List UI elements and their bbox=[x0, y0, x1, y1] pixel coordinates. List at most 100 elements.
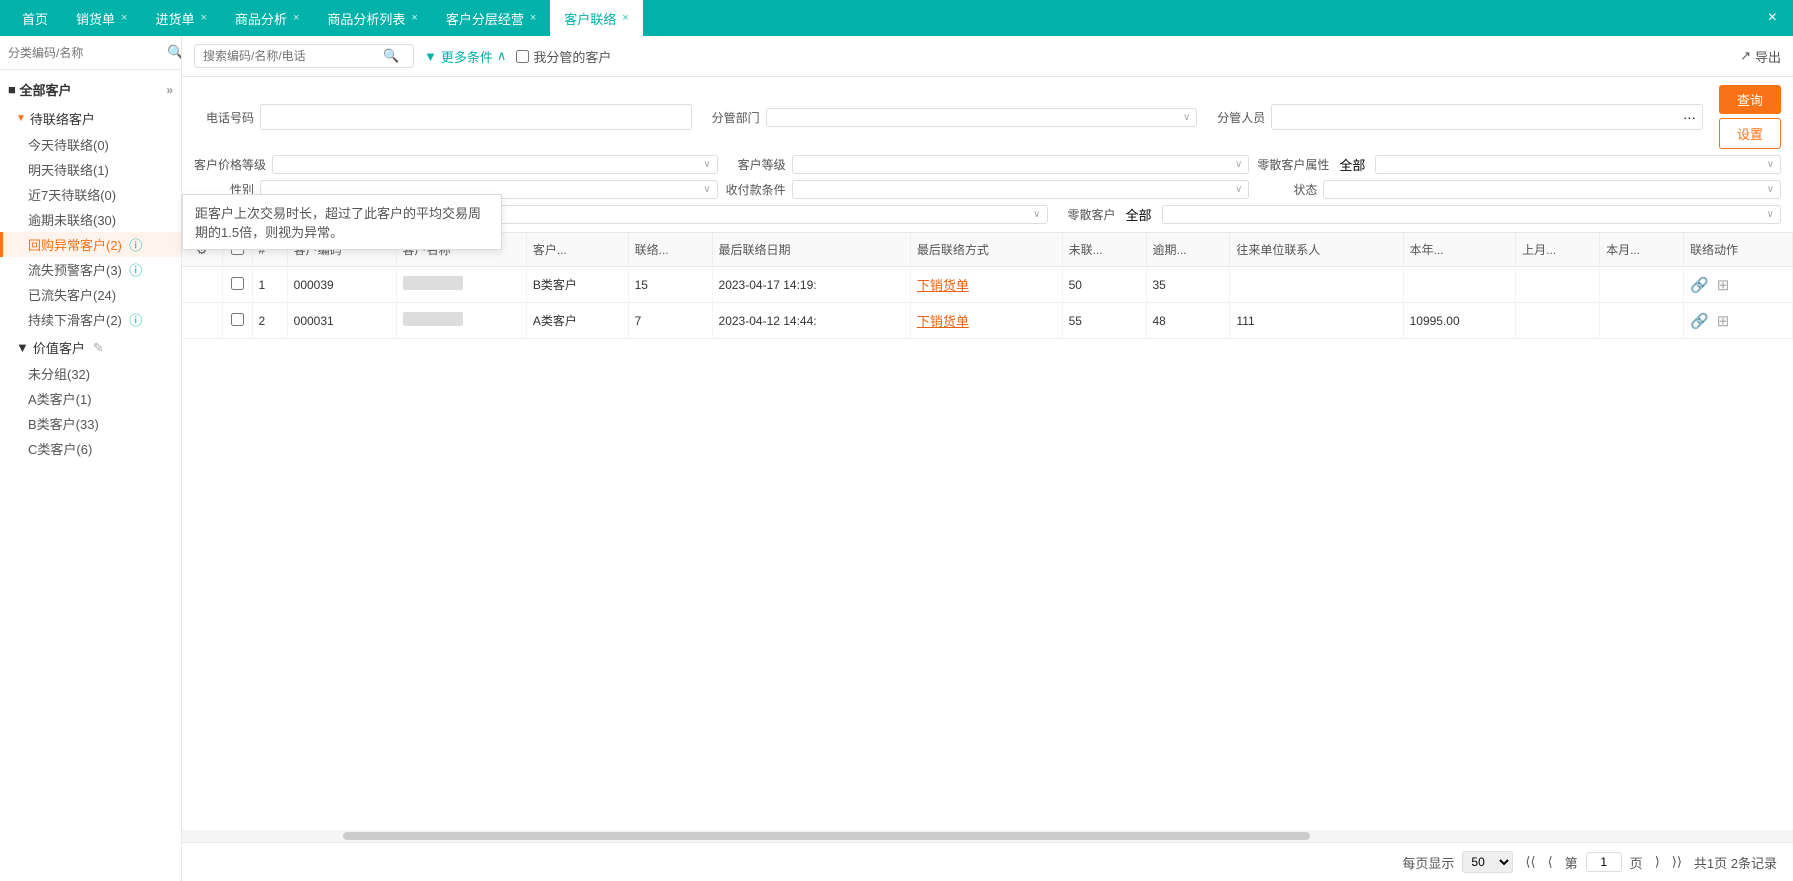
person-dots: ··· bbox=[1683, 110, 1696, 125]
settings-button[interactable]: 设置 bbox=[1719, 118, 1781, 149]
td-checkbox-0[interactable] bbox=[222, 267, 252, 303]
sidebar-today-pending[interactable]: 今天待联络(0) bbox=[0, 132, 181, 157]
td-code-1[interactable]: 000031 bbox=[287, 303, 396, 339]
retail-customer-select[interactable]: ∨ bbox=[1162, 205, 1781, 224]
query-button[interactable]: 查询 bbox=[1719, 85, 1781, 114]
th-last-month: 上月... bbox=[1516, 233, 1600, 267]
tooltip-box: 距客户上次交易时长，超过了此客户的平均交易周期的1.5倍，则视为异常。 bbox=[182, 194, 502, 250]
prev-page-btn[interactable]: ⟨ bbox=[1544, 853, 1557, 871]
sidebar-declining[interactable]: 持续下滑客户(2) ⓘ bbox=[0, 307, 181, 332]
sidebar-repurchase-abnormal[interactable]: 回购异常客户(2) ⓘ bbox=[0, 232, 181, 257]
per-page-select[interactable]: 50 10 20 100 bbox=[1462, 851, 1513, 873]
filter-payment: 收付款条件 ∨ bbox=[726, 180, 1250, 199]
row-checkbox-0[interactable] bbox=[231, 277, 244, 290]
nav-customer-layered[interactable]: 客户分层经营 × bbox=[432, 0, 550, 36]
nav-home[interactable]: 首页 bbox=[8, 0, 62, 36]
person-select[interactable]: ··· bbox=[1271, 104, 1703, 130]
sidebar-unclassified[interactable]: 未分组(32) bbox=[0, 361, 181, 386]
customer-level-select[interactable]: ∨ bbox=[792, 155, 1250, 174]
last-page-btn[interactable]: ⟩⟩ bbox=[1668, 853, 1686, 871]
more-conditions-btn[interactable]: ▼ 更多条件 ∧ bbox=[424, 47, 506, 66]
filter-row-2: 客户价格等级 ∨ 客户等级 ∨ 零散客户属性 全部 ∨ bbox=[194, 155, 1781, 174]
sidebar-search-area: 🔍 bbox=[0, 36, 181, 70]
td-code-0[interactable]: 000039 bbox=[287, 267, 396, 303]
close-sales-order-icon[interactable]: × bbox=[121, 12, 127, 24]
phone-input[interactable] bbox=[260, 104, 692, 130]
sidebar-overdue-no-contact[interactable]: 逾期未联络(30) bbox=[0, 207, 181, 232]
th-uncontacted: 未联... bbox=[1062, 233, 1146, 267]
scroll-thumb[interactable] bbox=[343, 832, 1310, 840]
close-product-analysis-list-icon[interactable]: × bbox=[411, 12, 417, 24]
close-purchase-order-icon[interactable]: × bbox=[200, 12, 206, 24]
td-checkbox-1[interactable] bbox=[222, 303, 252, 339]
sidebar-all-customers[interactable]: ■ 全部客户 » bbox=[0, 74, 181, 105]
total-records: 共1页 2条记录 bbox=[1694, 853, 1777, 872]
export-btn[interactable]: ↗ 导出 bbox=[1740, 47, 1781, 66]
page-label: 第 bbox=[1561, 852, 1582, 873]
sidebar-lost-customers[interactable]: 已流失客户(24) bbox=[0, 282, 181, 307]
action-link-icon-0[interactable]: 🔗 bbox=[1690, 276, 1709, 294]
my-customer-check: 我分管的客户 bbox=[516, 47, 611, 66]
td-this-year-1: 10995.00 bbox=[1403, 303, 1516, 339]
th-contact-count: 联络... bbox=[628, 233, 712, 267]
page-input[interactable] bbox=[1586, 852, 1622, 872]
edit-value-customer-icon[interactable]: ✎ bbox=[93, 340, 104, 356]
main-search-input[interactable] bbox=[203, 49, 383, 63]
filter-price-level: 客户价格等级 ∨ bbox=[194, 155, 718, 174]
export-icon: ↗ bbox=[1740, 48, 1751, 64]
sidebar-tomorrow-pending[interactable]: 明天待联络(1) bbox=[0, 157, 181, 182]
nav-product-analysis[interactable]: 商品分析 × bbox=[221, 0, 313, 36]
nav-customer-contact[interactable]: 客户联络 × bbox=[550, 0, 642, 36]
td-overdue-0: 35 bbox=[1146, 267, 1230, 303]
td-uncontacted-0: 50 bbox=[1062, 267, 1146, 303]
window-close-button[interactable]: × bbox=[1760, 9, 1785, 27]
row-checkbox-1[interactable] bbox=[231, 313, 244, 326]
sidebar-7day-pending[interactable]: 近7天待联络(0) bbox=[0, 182, 181, 207]
th-contact-person: 往来单位联系人 bbox=[1230, 233, 1403, 267]
td-last-method-0[interactable]: 下销货单 bbox=[910, 267, 1062, 303]
action-link-icon-1[interactable]: 🔗 bbox=[1690, 312, 1709, 330]
close-customer-layered-icon[interactable]: × bbox=[530, 12, 536, 24]
sidebar-a-customers[interactable]: A类客户(1) bbox=[0, 386, 181, 411]
next-page-btn[interactable]: ⟩ bbox=[1651, 853, 1664, 871]
nav-purchase-order[interactable]: 进货单 × bbox=[141, 0, 220, 36]
page-nav: ⟨⟨ ⟨ 第 页 ⟩ ⟩⟩ bbox=[1521, 852, 1686, 873]
first-page-btn[interactable]: ⟨⟨ bbox=[1521, 853, 1539, 871]
sidebar-pending-contact[interactable]: ▼ 待联络客户 bbox=[0, 105, 181, 132]
filter-retail-attr: 零散客户属性 全部 ∨ bbox=[1257, 155, 1781, 174]
status-select[interactable]: ∨ bbox=[1323, 180, 1781, 199]
th-last-contact-date: 最后联络日期 bbox=[712, 233, 910, 267]
retail-attr-select[interactable]: ∨ bbox=[1375, 155, 1781, 174]
dept-select[interactable]: ∨ bbox=[766, 108, 1198, 127]
horizontal-scrollbar[interactable] bbox=[182, 830, 1793, 842]
filter-row-1: 电话号码 分管部门 ∨ 分管人员 ··· 查询 设置 bbox=[194, 85, 1781, 149]
sidebar-search-icon[interactable]: 🔍 bbox=[167, 44, 182, 61]
action-grid-icon-0[interactable]: ⊞ bbox=[1717, 276, 1730, 294]
nav-sales-order[interactable]: 销货单 × bbox=[62, 0, 141, 36]
price-level-select[interactable]: ∨ bbox=[272, 155, 718, 174]
sidebar-value-customer[interactable]: ▼ 价值客户 ✎ bbox=[0, 332, 181, 361]
close-customer-contact-icon[interactable]: × bbox=[622, 12, 628, 24]
sidebar-c-customers[interactable]: C类客户(6) bbox=[0, 436, 181, 461]
retail-attr-value: 全部 bbox=[1339, 155, 1365, 174]
retail-customer-value: 全部 bbox=[1126, 205, 1152, 224]
sidebar-collapse-icon[interactable]: » bbox=[166, 83, 173, 97]
payment-select[interactable]: ∨ bbox=[792, 180, 1250, 199]
nav-product-analysis-list[interactable]: 商品分析列表 × bbox=[313, 0, 431, 36]
sidebar-search-input[interactable] bbox=[8, 46, 163, 60]
sidebar-b-customers[interactable]: B类客户(33) bbox=[0, 411, 181, 436]
retail-customer-label: 零散客户 bbox=[1056, 206, 1116, 223]
th-actions: 联络动作 bbox=[1684, 233, 1793, 267]
my-customer-checkbox[interactable] bbox=[516, 50, 529, 63]
page-suffix: 页 bbox=[1626, 852, 1647, 873]
filter-phone: 电话号码 bbox=[194, 104, 692, 130]
search-bar: 🔍 ▼ 更多条件 ∧ 我分管的客户 ↗ 导出 bbox=[182, 36, 1793, 77]
td-last-method-1[interactable]: 下销货单 bbox=[910, 303, 1062, 339]
phone-label: 电话号码 bbox=[194, 109, 254, 126]
close-product-analysis-icon[interactable]: × bbox=[293, 12, 299, 24]
th-customer-type: 客户... bbox=[526, 233, 628, 267]
table-container: ⚙ # 客户编码 客户名称 客户... 联络... 最后联络日期 最后联络方式 … bbox=[182, 233, 1793, 830]
action-grid-icon-1[interactable]: ⊞ bbox=[1717, 312, 1730, 330]
sidebar-lost-warning[interactable]: 流失预警客户(3) ⓘ bbox=[0, 257, 181, 282]
price-level-label: 客户价格等级 bbox=[194, 156, 266, 173]
